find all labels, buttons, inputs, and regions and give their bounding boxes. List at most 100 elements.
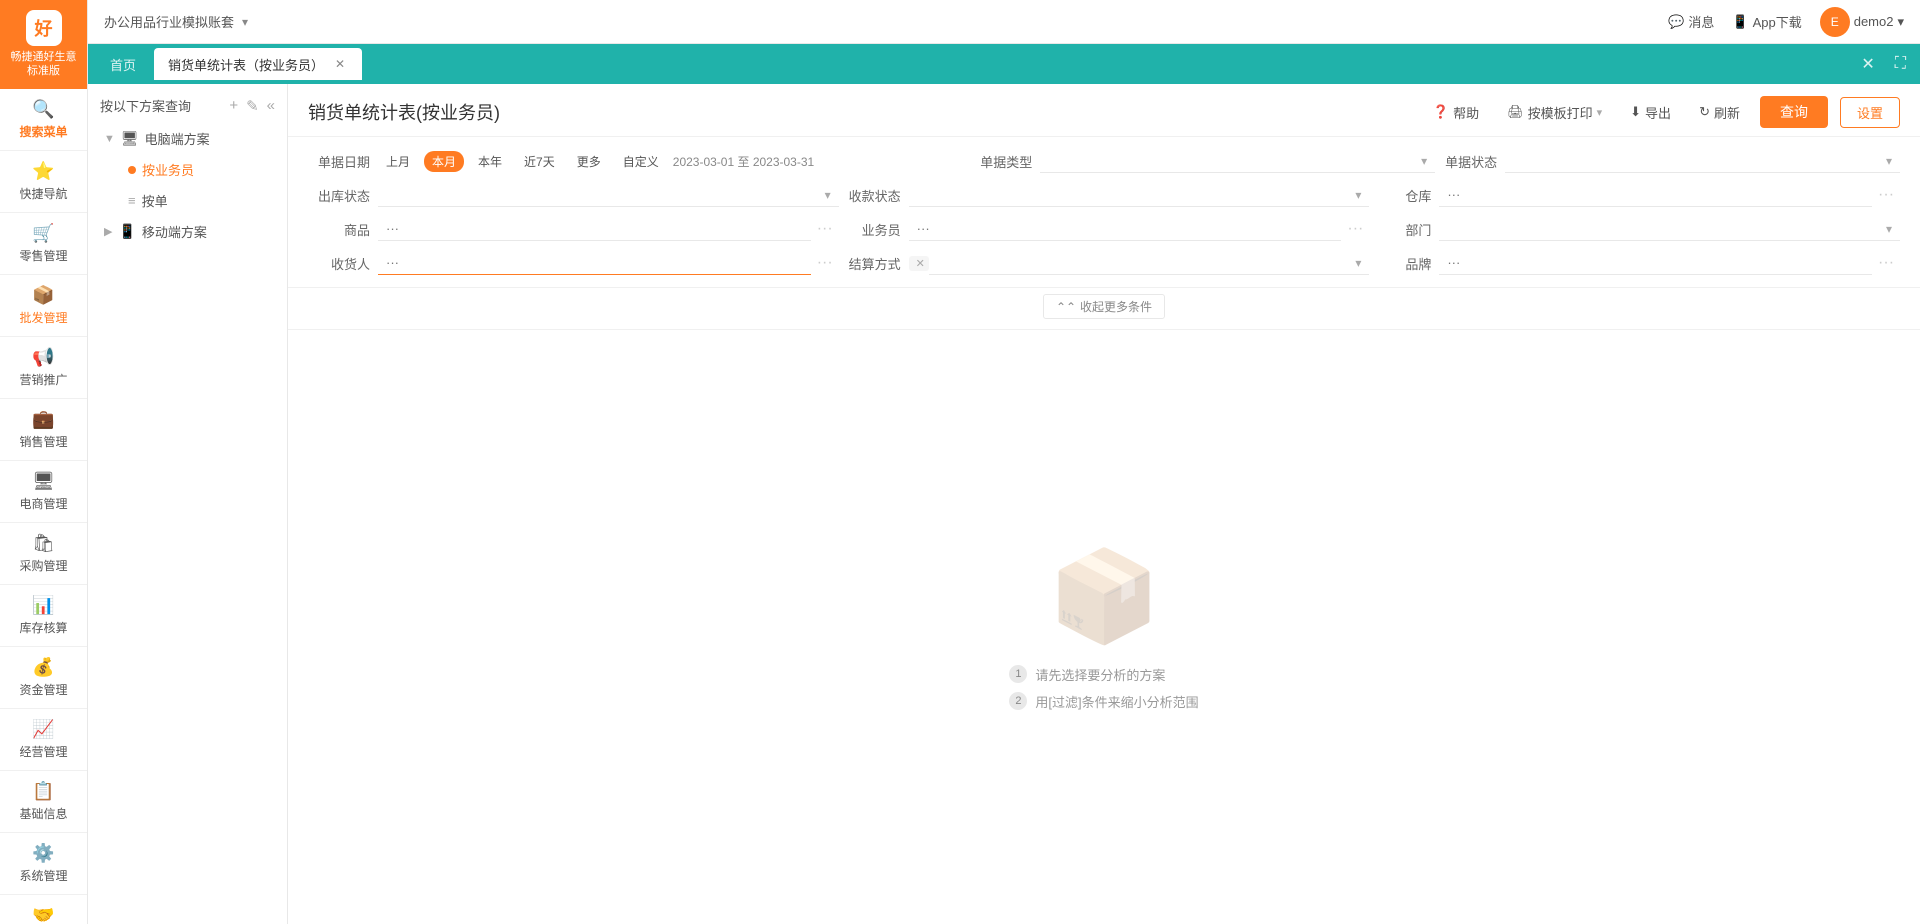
active-dot-icon — [128, 166, 136, 174]
dept-control: ▾ — [1439, 217, 1900, 241]
management-icon: 📈 — [32, 719, 54, 740]
settings-btn[interactable]: 设置 — [1840, 97, 1900, 128]
page-title: 销货单统计表(按业务员) — [308, 99, 500, 125]
sidebar-item-system[interactable]: ⚙️ 系统管理 — [0, 833, 87, 895]
app-download-btn[interactable]: 📱 App下载 — [1732, 12, 1801, 31]
brand-input[interactable] — [1439, 251, 1872, 275]
sidebar-item-marketing[interactable]: 📢 营销推广 — [0, 337, 87, 399]
sidebar-item-basic[interactable]: 📋 基础信息 — [0, 771, 87, 833]
warehouse-input[interactable] — [1439, 183, 1872, 207]
recv-status-select[interactable] — [909, 183, 1370, 207]
tab-close-icon[interactable]: ✕ — [332, 56, 348, 72]
date-tab-last-month[interactable]: 上月 — [378, 151, 418, 172]
tab-bar: 首页 销货单统计表（按业务员） ✕ ✕ ⛶ — [88, 44, 1920, 84]
sidebar-item-search[interactable]: 🔍 搜索菜单 — [0, 89, 87, 151]
sidebar-item-management[interactable]: 📈 经营管理 — [0, 709, 87, 771]
query-btn[interactable]: 查询 — [1760, 96, 1828, 128]
salesman-dots[interactable]: ··· — [1341, 220, 1369, 238]
add-scheme-btn[interactable]: + — [229, 97, 238, 115]
help-btn[interactable]: ❓ 帮助 — [1425, 99, 1487, 126]
page-actions: ❓ 帮助 🖨 按模板打印 ▾ ⬇ 导出 ↻ — [1425, 96, 1900, 128]
help-icon: ❓ — [1433, 104, 1449, 120]
date-filter: 上月 本月 本年 近7天 更多 自定义 2023-03-01 至 2023-03… — [378, 151, 970, 172]
collapse-conditions-btn[interactable]: ⌃⌃ 收起更多条件 — [1043, 294, 1165, 319]
collapse-panel-btn[interactable]: « — [267, 97, 275, 115]
sidebar-item-quicknav[interactable]: ⭐ 快捷导航 — [0, 151, 87, 213]
settlement-select[interactable] — [929, 251, 1369, 275]
goods-dots[interactable]: ··· — [811, 220, 839, 238]
recv-status-label: 收款状态 — [839, 186, 909, 205]
date-tab-more[interactable]: 更多 — [569, 151, 609, 172]
print-dropdown-icon: ▾ — [1597, 106, 1603, 119]
salesman-control: ··· — [909, 217, 1370, 241]
empty-tip-1: 1 请先选择要分析的方案 — [1009, 665, 1198, 684]
retail-icon: 🛒 — [32, 223, 54, 244]
marketing-icon: 📢 — [32, 347, 54, 368]
warehouse-dots[interactable]: ··· — [1872, 186, 1900, 204]
logo-text: 畅捷通好生意 标准版 — [11, 50, 77, 79]
date-tab-custom[interactable]: 自定义 — [615, 151, 667, 172]
tree-node-mobile[interactable]: ▶ 📱 移动端方案 — [88, 216, 287, 247]
tree-item-by-order[interactable]: ≡ 按单 — [116, 185, 287, 216]
phone-icon: 📱 — [1732, 14, 1748, 30]
empty-state: 📦 1 请先选择要分析的方案 2 用[过滤]条件来缩小分析范围 — [288, 330, 1920, 924]
tree-item-by-salesman[interactable]: 按业务员 — [116, 154, 287, 185]
out-status-select[interactable] — [378, 183, 839, 207]
sidebar-item-inventory[interactable]: 📊 库存核算 — [0, 585, 87, 647]
mobile-icon: 📱 — [118, 223, 135, 240]
tab-sales-stats[interactable]: 销货单统计表（按业务员） ✕ — [154, 48, 362, 80]
edit-scheme-btn[interactable]: ✎ — [246, 97, 259, 115]
logo-icon: 好 — [26, 10, 62, 46]
left-panel-header: 按以下方案查询 + ✎ « — [88, 96, 287, 123]
doc-status-select[interactable] — [1505, 149, 1900, 173]
sidebar-item-retail[interactable]: 🛒 零售管理 — [0, 213, 87, 275]
recv-person-dots[interactable]: ··· — [811, 254, 839, 272]
template-print-btn[interactable]: 🖨 按模板打印 ▾ — [1499, 99, 1610, 126]
system-icon: ⚙️ — [32, 843, 54, 864]
tip-num-2: 2 — [1009, 692, 1027, 710]
account-dropdown-icon[interactable]: ▾ — [242, 15, 248, 29]
date-tab-7days[interactable]: 近7天 — [516, 151, 563, 172]
export-btn[interactable]: ⬇ 导出 — [1622, 99, 1679, 126]
settlement-tag-close[interactable]: ✕ — [916, 257, 925, 270]
brand-dots[interactable]: ··· — [1872, 254, 1900, 272]
main-area: 办公用品行业模拟账套 ▾ 💬 消息 📱 App下载 E demo2 ▾ 首页 销… — [88, 0, 1920, 924]
tab-close-window-btn[interactable]: ✕ — [1855, 52, 1880, 76]
sidebar-item-ecom[interactable]: 🖥 电商管理 — [0, 461, 87, 523]
sidebar-item-collab[interactable]: 🤝 企业协同 — [0, 895, 87, 924]
recv-person-input[interactable] — [378, 251, 811, 275]
tab-home[interactable]: 首页 — [96, 48, 150, 80]
filter-area: 单据日期 上月 本月 本年 近7天 更多 自定义 2023-03-01 至 20… — [288, 137, 1920, 288]
goods-input[interactable] — [378, 217, 811, 241]
expand-arrow-pc: ▼ — [104, 133, 115, 145]
logo[interactable]: 好 畅捷通好生意 标准版 — [0, 0, 87, 89]
tab-expand-btn[interactable]: ⛶ — [1889, 53, 1912, 75]
goods-control: ··· — [378, 217, 839, 241]
salesman-input[interactable] — [909, 217, 1342, 241]
expand-arrow-mobile: ▶ — [104, 225, 112, 238]
sidebar: 好 畅捷通好生意 标准版 🔍 搜索菜单 ⭐ 快捷导航 🛒 零售管理 📦 批发管理… — [0, 0, 88, 924]
quicknav-icon: ⭐ — [32, 161, 54, 182]
settlement-control: ✕ ▾ — [909, 251, 1370, 275]
tree-node-pc[interactable]: ▼ 🖥 电脑端方案 — [88, 123, 287, 154]
sidebar-item-purchase[interactable]: 🛍 采购管理 — [0, 523, 87, 585]
message-btn[interactable]: 💬 消息 — [1668, 12, 1714, 31]
finance-icon: 💰 — [32, 657, 54, 678]
refresh-btn[interactable]: ↻ 刷新 — [1691, 99, 1748, 126]
inventory-icon: 📊 — [32, 595, 54, 616]
date-tab-this-year[interactable]: 本年 — [470, 151, 510, 172]
date-tab-this-month[interactable]: 本月 — [424, 151, 464, 172]
dept-label: 部门 — [1369, 220, 1439, 239]
header-left: 办公用品行业模拟账套 ▾ — [104, 12, 248, 31]
sidebar-item-wholesale[interactable]: 📦 批发管理 — [0, 275, 87, 337]
basic-icon: 📋 — [32, 781, 54, 802]
sidebar-item-finance[interactable]: 💰 资金管理 — [0, 647, 87, 709]
doc-type-select[interactable] — [1040, 149, 1435, 173]
user-btn[interactable]: E demo2 ▾ — [1820, 7, 1904, 37]
collab-icon: 🤝 — [32, 905, 54, 924]
sidebar-item-sales[interactable]: 💼 销售管理 — [0, 399, 87, 461]
dept-select[interactable] — [1439, 217, 1900, 241]
warehouse-label: 仓库 — [1369, 186, 1439, 205]
warehouse-control: ··· — [1439, 183, 1900, 207]
ecom-icon: 🖥 — [32, 471, 55, 492]
